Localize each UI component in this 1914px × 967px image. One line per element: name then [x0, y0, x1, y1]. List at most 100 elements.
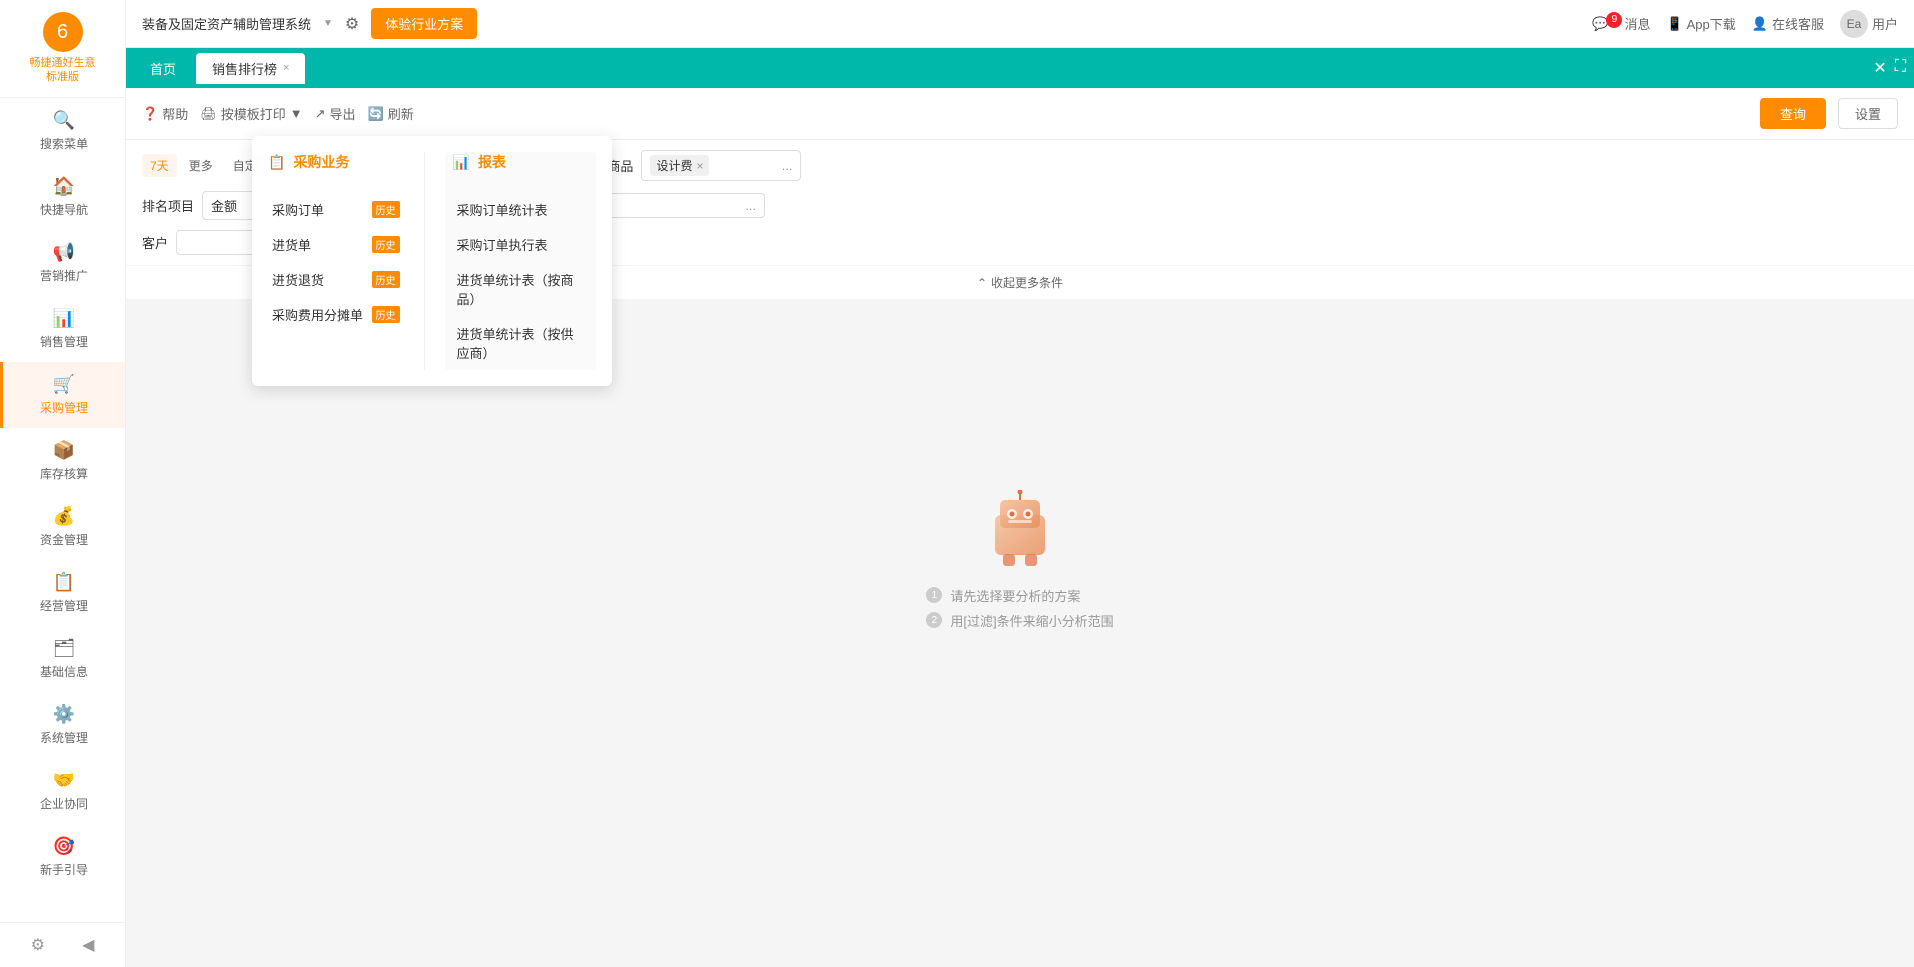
dropdown-item-report-3[interactable]: 进货单统计表（按商品）: [453, 262, 589, 316]
help-label: 帮助: [162, 104, 188, 123]
sidebar-item-quick-nav[interactable]: 🏠 快捷导航: [0, 164, 125, 230]
goods-input[interactable]: 设计费 × ...: [641, 150, 801, 181]
tab-sales-rank[interactable]: 销售排行榜 ×: [196, 53, 305, 84]
dropdown-item-cost[interactable]: 采购费用分摊单 历史: [268, 297, 404, 332]
sidebar-item-system[interactable]: ⚙️ 系统管理: [0, 692, 125, 758]
topbar-dropdown-arrow[interactable]: ▼: [323, 18, 333, 29]
query-button[interactable]: 查询: [1760, 98, 1826, 129]
user-label: 用户: [1872, 14, 1898, 33]
help-btn[interactable]: ❓ 帮助: [142, 104, 188, 123]
sidebar-item-guide-label: 新手引导: [40, 861, 88, 878]
sidebar-item-operations[interactable]: 📋 经营管理: [0, 560, 125, 626]
date-7days-btn[interactable]: 7天: [142, 154, 177, 177]
empty-tip-1: 1 请先选择要分析的方案: [926, 586, 1113, 605]
sidebar-item-finance[interactable]: 💰 资金管理: [0, 494, 125, 560]
dropdown-item-return[interactable]: 进货退货 历史: [268, 262, 404, 297]
marketing-icon: 📢: [53, 242, 75, 263]
home-icon: 🏠: [53, 176, 75, 197]
history-tag-2: 历史: [372, 271, 400, 288]
industry-btn[interactable]: 体验行业方案: [371, 8, 477, 39]
topbar-settings-icon[interactable]: ⚙: [345, 14, 359, 34]
sidebar-item-inventory[interactable]: 📦 库存核算: [0, 428, 125, 494]
report-icon: 📊: [453, 154, 470, 171]
dropdown-item-report-4[interactable]: 进货单统计表（按供应商）: [453, 316, 589, 370]
goods-filter: 商品 设计费 × ...: [607, 150, 801, 181]
avatar: Ea: [1840, 10, 1868, 38]
purchase-biz-icon: 📋: [268, 154, 285, 171]
dropdown-col2-title: 📊 报表: [453, 152, 589, 180]
sidebar-item-enterprise[interactable]: 🤝 企业协同: [0, 758, 125, 824]
app-download-item[interactable]: 📱 App下载: [1666, 14, 1735, 33]
sidebar-item-purchase-label: 采购管理: [40, 399, 88, 416]
dropdown-item-report-2[interactable]: 采购订单执行表: [453, 227, 589, 262]
dropdown-col1-title: 📋 采购业务: [268, 152, 404, 180]
export-icon: ↗: [315, 106, 326, 122]
empty-tips: 1 请先选择要分析的方案 2 用[过滤]条件来缩小分析范围: [926, 586, 1113, 636]
service-icon: 👤: [1752, 16, 1768, 32]
sidebar-item-purchase[interactable]: 🛒 采购管理: [0, 362, 125, 428]
print-btn[interactable]: 🖨 按模板打印 ▼: [200, 104, 302, 123]
sidebar-item-marketing[interactable]: 📢 营销推广: [0, 230, 125, 296]
collapse-label: 收起更多条件: [991, 274, 1063, 291]
tab-expand-btn[interactable]: ⛶: [1895, 58, 1906, 78]
settings-button[interactable]: 设置: [1838, 98, 1898, 129]
guide-icon: 🎯: [53, 836, 75, 857]
goods-tag-close[interactable]: ×: [696, 159, 703, 173]
export-btn[interactable]: ↗ 导出: [315, 104, 356, 123]
logo: 6 畅捷通好生意 标准版: [0, 0, 125, 98]
basic-info-icon: 🗂: [53, 638, 76, 659]
refresh-icon: 🔄: [368, 106, 384, 122]
tab-sales-rank-label: 销售排行榜: [212, 59, 277, 78]
dropdown-item-purchase-order[interactable]: 采购订单 历史: [268, 192, 404, 227]
sidebar-item-basic-info-label: 基础信息: [40, 663, 88, 680]
history-tag-1: 历史: [372, 236, 400, 253]
goods-dots[interactable]: ...: [782, 158, 793, 173]
content-area: ❓ 帮助 🖨 按模板打印 ▼ ↗ 导出 🔄 刷新 查询: [126, 88, 1914, 967]
toolbar-right: 查询 设置: [1760, 98, 1898, 129]
collapse-btn[interactable]: ⌃ 收起更多条件: [977, 274, 1063, 291]
topbar-right: 💬 9 消息 📱 App下载 👤 在线客服 Ea 用户: [1592, 10, 1898, 38]
search-icon: 🔍: [53, 110, 75, 131]
sidebar-item-quick-nav-label: 快捷导航: [40, 201, 88, 218]
sales-icon: 📊: [53, 308, 75, 329]
notification-item[interactable]: 💬 9 消息: [1592, 14, 1650, 33]
sidebar-item-enterprise-label: 企业协同: [40, 795, 88, 812]
tab-home[interactable]: 首页: [134, 53, 192, 84]
print-label: 按模板打印: [221, 104, 286, 123]
salesperson-dots[interactable]: ...: [745, 198, 756, 213]
mobile-icon: 📱: [1666, 16, 1682, 32]
dropdown-item-incoming[interactable]: 进货单 历史: [268, 227, 404, 262]
sidebar-item-search-label: 搜索菜单: [40, 135, 88, 152]
sidebar-item-sales[interactable]: 📊 销售管理: [0, 296, 125, 362]
online-service-item[interactable]: 👤 在线客服: [1752, 14, 1824, 33]
main-content: 装备及固定资产辅助管理系统 ▼ ⚙ 体验行业方案 💬 9 消息 📱 App下载 …: [126, 0, 1914, 967]
date-more-btn[interactable]: 更多: [181, 154, 221, 177]
tab-close-icon[interactable]: ×: [283, 62, 289, 74]
empty-tip-2: 2 用[过滤]条件来缩小分析范围: [926, 611, 1113, 630]
sidebar-item-operations-label: 经营管理: [40, 597, 88, 614]
sidebar-collapse-btn[interactable]: ◀: [82, 935, 94, 955]
export-label: 导出: [330, 104, 356, 123]
empty-illustration: [970, 490, 1070, 570]
dropdown-col-purchase: 📋 采购业务 采购订单 历史 进货单 历史 进货退货 历史: [268, 152, 404, 370]
purchase-dropdown-menu: 📋 采购业务 采购订单 历史 进货单 历史 进货退货 历史: [252, 136, 612, 386]
dropdown-divider: [424, 152, 425, 370]
history-tag-3: 历史: [372, 306, 400, 323]
tab-close-all-btn[interactable]: ✕: [1873, 58, 1886, 78]
sidebar-item-guide[interactable]: 🎯 新手引导: [0, 824, 125, 890]
user-item[interactable]: Ea 用户: [1840, 10, 1898, 38]
topbar-title: 装备及固定资产辅助管理系统: [142, 14, 311, 33]
sidebar-settings-btn[interactable]: ⚙: [31, 935, 45, 955]
enterprise-icon: 🤝: [53, 770, 75, 791]
tabbar: 首页 销售排行榜 × ✕ ⛶: [126, 48, 1914, 88]
sidebar-item-marketing-label: 营销推广: [40, 267, 88, 284]
notification-label: 消息: [1624, 14, 1650, 33]
logo-text: 畅捷通好生意 标准版: [30, 56, 96, 85]
tab-home-label: 首页: [150, 59, 176, 78]
online-service-label: 在线客服: [1772, 14, 1824, 33]
help-icon: ❓: [142, 106, 158, 122]
sidebar-item-search[interactable]: 🔍 搜索菜单: [0, 98, 125, 164]
refresh-btn[interactable]: 🔄 刷新: [368, 104, 414, 123]
sidebar-item-basic-info[interactable]: 🗂 基础信息: [0, 626, 125, 692]
dropdown-item-report-1[interactable]: 采购订单统计表: [453, 192, 589, 227]
